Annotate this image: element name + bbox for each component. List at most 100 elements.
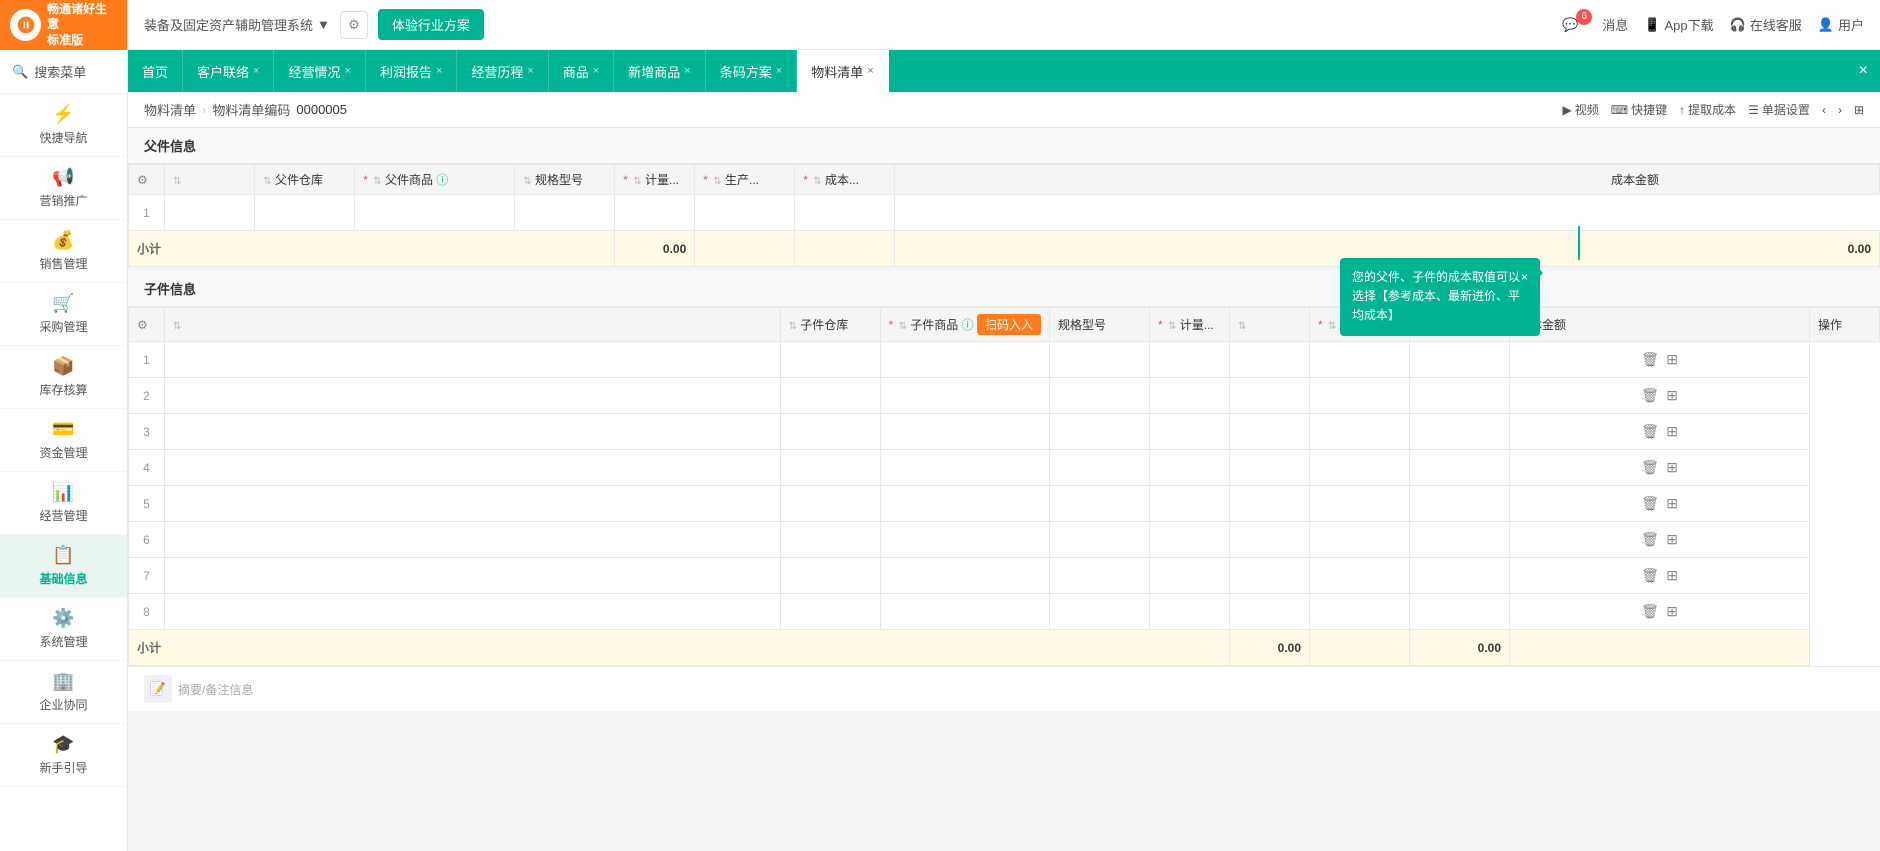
sidebar-item-operations[interactable]: 📊 经营管理 <box>0 472 127 535</box>
close-all-tabs[interactable]: × <box>1847 62 1880 80</box>
delete-row3-btn[interactable]: 🗑 <box>1639 421 1661 442</box>
delete-row4-btn[interactable]: 🗑 <box>1639 457 1661 478</box>
sidebar-item-finance[interactable]: 💳 资金管理 <box>0 409 127 472</box>
shortcut-btn[interactable]: ⌨ 快捷键 <box>1611 101 1667 118</box>
breadcrumb-list[interactable]: 物料清单 <box>144 100 196 119</box>
online-service-action[interactable]: 🎧 在线客服 <box>1730 15 1802 34</box>
tab-product[interactable]: 商品 × <box>549 50 614 92</box>
child-row1-amount[interactable] <box>1410 342 1510 378</box>
delete-row2-btn[interactable]: 🗑 <box>1639 385 1661 406</box>
parent-row-warehouse[interactable] <box>165 195 255 231</box>
video-icon: ▶ <box>1563 103 1572 117</box>
sidebar-item-purchase[interactable]: 🛒 采购管理 <box>0 283 127 346</box>
parent-col-settings: ⚙ <box>129 165 165 195</box>
delete-row7-btn[interactable]: 🗑 <box>1639 565 1661 586</box>
system-select[interactable]: 装备及固定资产辅助管理系统 ▼ <box>144 15 330 34</box>
child-row1-unit[interactable] <box>1050 342 1150 378</box>
grid-view-btn[interactable]: ⊞ <box>1854 103 1864 117</box>
delete-row6-btn[interactable]: 🗑 <box>1639 529 1661 550</box>
view-video-btn[interactable]: ▶ 视频 <box>1563 101 1599 118</box>
child-row1-qty[interactable] <box>1230 342 1310 378</box>
copy-row1-btn[interactable]: ⊞ <box>1664 349 1680 370</box>
parent-row-unit[interactable] <box>515 195 615 231</box>
parent-row-product[interactable] <box>255 195 355 231</box>
search-menu-button[interactable]: 🔍 搜索菜单 <box>8 58 119 85</box>
copy-row7-btn[interactable]: ⊞ <box>1664 565 1680 586</box>
sidebar-item-inventory[interactable]: 📦 库存核算 <box>0 346 127 409</box>
copy-row8-btn[interactable]: ⊞ <box>1664 601 1680 622</box>
top-header: 装备及固定资产辅助管理系统 ▼ ⚙ 体验行业方案 💬 6 消息 📱 App下载 … <box>128 0 1880 50</box>
scan-button[interactable]: 扫码入入 <box>977 314 1041 335</box>
tab-new-product[interactable]: 新增商品 × <box>614 50 705 92</box>
nav-next-btn[interactable]: › <box>1838 103 1842 117</box>
sidebar-item-basic-info[interactable]: 📋 基础信息 <box>0 535 127 598</box>
table-row: 4 🗑 ⊞ <box>129 450 1880 486</box>
trial-button[interactable]: 体验行业方案 <box>378 9 484 40</box>
phone-icon: 📱 <box>1644 17 1660 33</box>
nav-prev-btn[interactable]: ‹ <box>1822 103 1826 117</box>
close-tab-product[interactable]: × <box>593 65 599 77</box>
close-tab-bom[interactable]: × <box>867 65 873 77</box>
child-row1-wh[interactable] <box>165 342 781 378</box>
sidebar-item-system[interactable]: ⚙️ 系统管理 <box>0 598 127 661</box>
child-row1-extra[interactable] <box>1150 342 1230 378</box>
sidebar-item-quick-nav[interactable]: ⚡ 快捷导航 <box>0 94 127 157</box>
close-tab-profit[interactable]: × <box>436 65 442 77</box>
gear-button[interactable]: ⚙ <box>340 11 368 39</box>
child-row1-unitcost[interactable] <box>1310 342 1410 378</box>
cost-tooltip: × 您的父件、子件的成本取值可以选择【参考成本、最新进价、平均成本】 <box>1340 258 1540 336</box>
close-tab-history[interactable]: × <box>527 65 533 77</box>
copy-row6-btn[interactable]: ⊞ <box>1664 529 1680 550</box>
copy-row2-btn[interactable]: ⊞ <box>1664 385 1680 406</box>
tab-history[interactable]: 经营历程 × <box>457 50 548 92</box>
tooltip-close-btn[interactable]: × <box>1521 268 1528 287</box>
copy-row5-btn[interactable]: ⊞ <box>1664 493 1680 514</box>
headset-icon: 🎧 <box>1730 17 1746 33</box>
copy-row4-btn[interactable]: ⊞ <box>1664 457 1680 478</box>
tab-customer[interactable]: 客户联络 × <box>183 50 274 92</box>
sidebar-item-sales[interactable]: 💰 销售管理 <box>0 220 127 283</box>
parent-row-cost[interactable] <box>695 195 795 231</box>
bottom-note-icon[interactable]: 📝 <box>144 675 172 703</box>
child-section: 子件信息 ⚙ ⇅ ⇅ 子件仓库 <box>128 271 1880 666</box>
sidebar-item-enterprise[interactable]: 🏢 企业协同 <box>0 661 127 724</box>
table-settings-icon[interactable]: ⚙ <box>137 173 148 187</box>
child-table-settings-icon[interactable]: ⚙ <box>137 318 148 332</box>
delete-row1-btn[interactable]: 🗑 <box>1639 349 1661 370</box>
close-tab-operations[interactable]: × <box>344 65 350 77</box>
child-row1-num: 1 <box>129 342 165 378</box>
tab-bom[interactable]: 物料清单 × <box>797 50 888 92</box>
table-row: 3 🗑 ⊞ <box>129 414 1880 450</box>
message-action[interactable]: 💬 6 消息 <box>1562 15 1628 34</box>
user-action[interactable]: 👤 用户 <box>1818 15 1864 34</box>
sidebar-item-guide[interactable]: 🎓 新手引导 <box>0 724 127 787</box>
close-tab-barcode[interactable]: × <box>776 65 782 77</box>
parent-row-amount[interactable] <box>795 195 895 231</box>
child-row1-spec[interactable] <box>880 342 1049 378</box>
close-tab-new-product[interactable]: × <box>684 65 690 77</box>
parent-col-spec: ⇅ 规格型号 <box>515 165 615 195</box>
parent-row-prod[interactable] <box>615 195 695 231</box>
tab-profit[interactable]: 利润报告 × <box>366 50 457 92</box>
table-row: 1 <box>129 195 1880 231</box>
single-settings-btn[interactable]: ☰ 单据设置 <box>1748 101 1810 118</box>
parent-subtotal-amount: 0.00 <box>615 231 695 267</box>
sidebar-item-marketing[interactable]: 📢 营销推广 <box>0 157 127 220</box>
app-download-action[interactable]: 📱 App下载 <box>1644 15 1713 34</box>
sidebar-search[interactable]: 🔍 搜索菜单 <box>0 50 127 94</box>
breadcrumb-actions: ▶ 视频 ⌨ 快捷键 ↑ 提取成本 ☰ 单据设置 ‹ › ⊞ <box>1563 101 1864 118</box>
extract-cost-btn[interactable]: ↑ 提取成本 <box>1679 101 1736 118</box>
child-row1-product[interactable] <box>780 342 880 378</box>
parent-row-spec[interactable] <box>355 195 515 231</box>
sidebar-nav: ⚡ 快捷导航 📢 营销推广 💰 销售管理 🛒 采购管理 📦 库存核算 💳 资金管… <box>0 94 127 851</box>
delete-row5-btn[interactable]: 🗑 <box>1639 493 1661 514</box>
tab-barcode[interactable]: 条码方案 × <box>706 50 797 92</box>
tab-home[interactable]: 首页 <box>128 50 183 92</box>
tab-operations[interactable]: 经营情况 × <box>274 50 365 92</box>
copy-row3-btn[interactable]: ⊞ <box>1664 421 1680 442</box>
delete-row8-btn[interactable]: 🗑 <box>1639 601 1661 622</box>
marketing-icon: 📢 <box>52 167 74 188</box>
child-col-spec: 规格型号 <box>1050 308 1150 342</box>
page-content: × 您的父件、子件的成本取值可以选择【参考成本、最新进价、平均成本】 父件信息 … <box>128 128 1880 851</box>
close-tab-customer[interactable]: × <box>253 65 259 77</box>
